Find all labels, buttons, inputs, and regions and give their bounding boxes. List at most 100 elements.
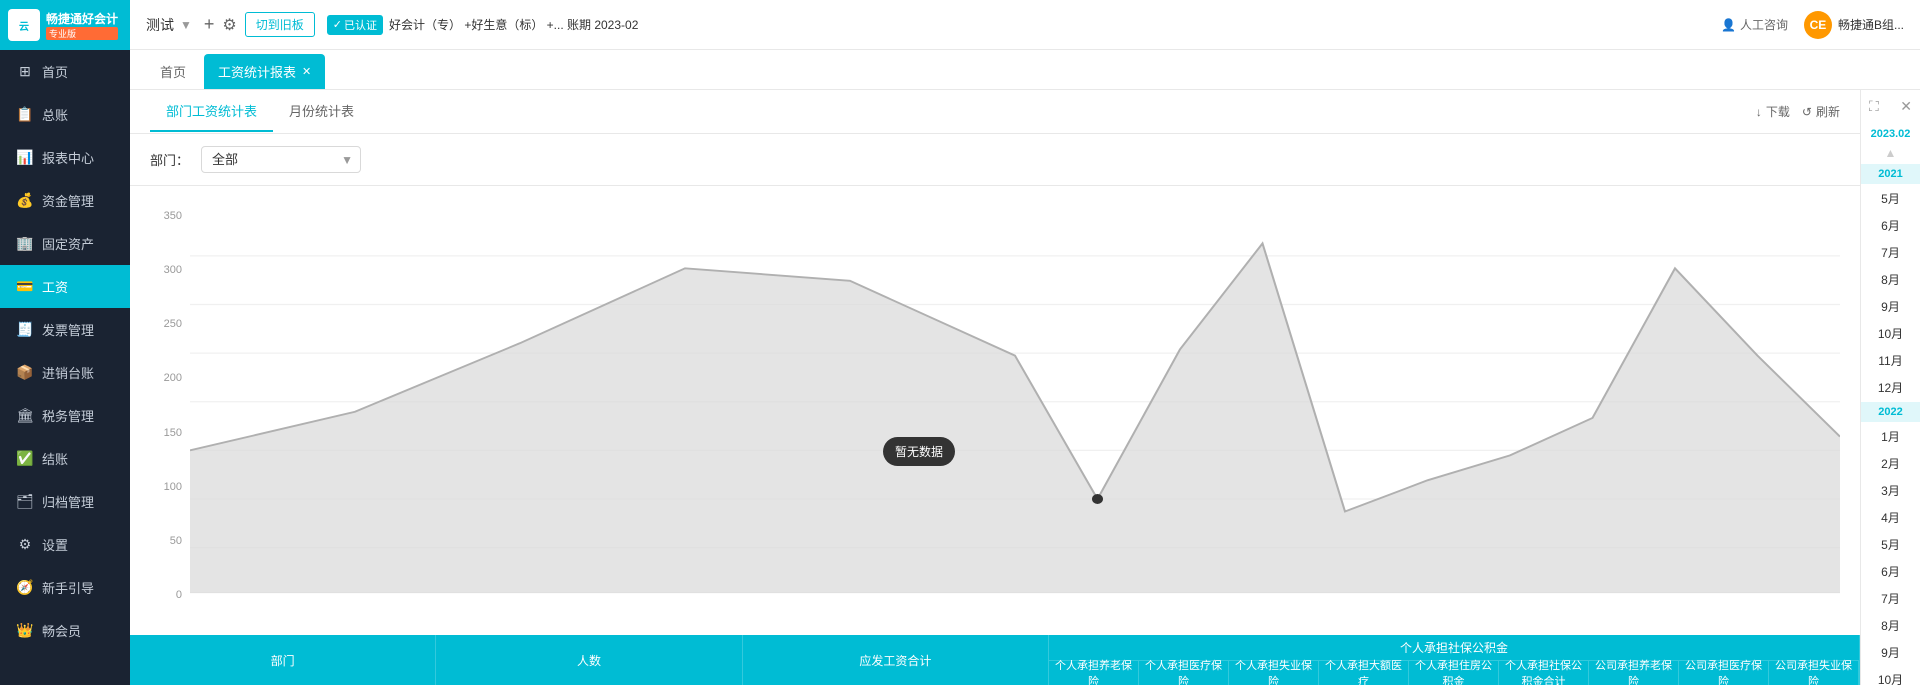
subtab-monthly[interactable]: 月份统计表 xyxy=(273,91,370,132)
sidebar-item-assets[interactable]: 🏢固定资产 xyxy=(0,222,130,265)
month-item-2022-2月[interactable]: 2月 xyxy=(1861,451,1920,476)
sidebar-item-sales[interactable]: 📦 进销台账 xyxy=(0,351,130,394)
month-item-2021-10月[interactable]: 10月 xyxy=(1861,321,1920,346)
tab-label-salary-report: 工资统计报表 xyxy=(218,62,296,81)
sidebar-item-tax[interactable]: 🏛税务管理 xyxy=(0,394,130,437)
sidebar-item-archive[interactable]: 🗂 归档管理 xyxy=(0,480,130,523)
sidebar-label-settle: 结账 xyxy=(42,449,68,468)
month-item-2021-9月[interactable]: 9月 xyxy=(1861,294,1920,319)
col-header-部门: 部门 xyxy=(130,635,436,685)
month-item-2022-1月[interactable]: 1月 xyxy=(1861,424,1920,449)
month-item-2022-6月[interactable]: 6月 xyxy=(1861,559,1920,584)
sub-col-header: 个人承担失业保险 xyxy=(1229,661,1319,685)
settings-icon: ⚙ xyxy=(16,536,34,553)
sidebar-label-guide: 新手引导 xyxy=(42,578,94,597)
switch-view-button[interactable]: 切到旧板 xyxy=(245,12,315,37)
refresh-icon: ↺ xyxy=(1802,105,1812,119)
content-wrapper: 部门工资统计表月份统计表 ↓下载↺刷新 部门： 全部部门A部门B ▼ 05010… xyxy=(130,90,1920,685)
download-label: 下载 xyxy=(1766,103,1790,120)
tab-home[interactable]: 首页 xyxy=(146,54,200,89)
sidebar-item-vip[interactable]: 👑畅会员 xyxy=(0,609,130,652)
help-button[interactable]: 👤 人工咨询 xyxy=(1721,16,1788,33)
month-item-2021-5月[interactable]: 5月 xyxy=(1861,186,1920,211)
col-header-人数: 人数 xyxy=(436,635,742,685)
company-chevron-icon: ▼ xyxy=(180,18,192,32)
user-menu[interactable]: CE 畅捷通B组... xyxy=(1804,11,1904,39)
month-item-2022-3月[interactable]: 3月 xyxy=(1861,478,1920,503)
sidebar-label-home: 首页 xyxy=(42,62,68,81)
home-icon: ⊞ xyxy=(16,63,34,80)
topbar-status: ✓ 已认证 好会计（专） +好生意（标） +... 账期 2023-02 xyxy=(327,15,639,35)
expand-panel-icon[interactable]: ⛶ xyxy=(1869,98,1879,115)
sidebar-logo: 云 畅捷通好会计 专业版 xyxy=(0,0,130,50)
sub-col-header: 公司承担失业保险 xyxy=(1769,661,1859,685)
refresh-label: 刷新 xyxy=(1816,103,1840,120)
dept-select[interactable]: 全部部门A部门B xyxy=(201,146,361,173)
panel-nav-up[interactable]: ▲ xyxy=(1883,144,1899,162)
chart-container: 050100150200250300350 xyxy=(150,206,1840,635)
sidebar-label-ledger: 总账 xyxy=(42,105,68,124)
subtab-bar: 部门工资统计表月份统计表 ↓ 下载 ↺ 刷新 xyxy=(130,90,1860,134)
topbar-actions: + ⚙ 切到旧板 xyxy=(204,12,315,37)
month-item-2021-6月[interactable]: 6月 xyxy=(1861,213,1920,238)
download-button[interactable]: ↓ 下载 xyxy=(1756,103,1790,120)
archive-icon: 🗂 xyxy=(16,493,34,510)
month-item-2022-4月[interactable]: 4月 xyxy=(1861,505,1920,530)
month-item-2022-8月[interactable]: 8月 xyxy=(1861,613,1920,638)
sidebar-item-salary[interactable]: 💳工资 xyxy=(0,265,130,308)
sales-icon: 📦 xyxy=(16,364,34,381)
company-name[interactable]: 测试 ▼ xyxy=(146,15,192,35)
add-button[interactable]: + xyxy=(204,14,215,35)
month-item-2022-5月[interactable]: 5月 xyxy=(1861,532,1920,557)
y-axis-label: 200 xyxy=(150,372,190,384)
month-item-2022-7月[interactable]: 7月 xyxy=(1861,586,1920,611)
panel-date: 2023.02 xyxy=(1871,128,1911,140)
filter-bar: 部门： 全部部门A部门B ▼ xyxy=(130,134,1860,186)
settings-icon[interactable]: ⚙ xyxy=(222,15,236,35)
sidebar-item-guide[interactable]: 🧭新手引导 xyxy=(0,566,130,609)
sidebar-item-settle[interactable]: ✅结账 xyxy=(0,437,130,480)
month-item-2021-12月[interactable]: 12月 xyxy=(1861,375,1920,400)
month-item-2021-11月[interactable]: 11月 xyxy=(1861,348,1920,373)
tax-icon: 🏛 xyxy=(16,407,34,424)
subtab-dept[interactable]: 部门工资统计表 xyxy=(150,91,273,132)
y-axis-label: 350 xyxy=(150,210,190,222)
col-header-应发工资合计: 应发工资合计 xyxy=(743,635,1049,685)
download-icon: ↓ xyxy=(1756,105,1762,119)
sidebar-item-home[interactable]: ⊞ 首页 xyxy=(0,50,130,93)
tab-close-salary-report[interactable]: ✕ xyxy=(302,65,311,78)
col-group-header: 个人承担社保公积金个人承担养老保险个人承担医疗保险个人承担失业保险个人承担大额医… xyxy=(1049,635,1860,685)
sidebar-label-funds: 资金管理 xyxy=(42,191,94,210)
sidebar-item-funds[interactable]: 💰 资金管理 xyxy=(0,179,130,222)
month-item-2021-8月[interactable]: 8月 xyxy=(1861,267,1920,292)
right-panel: ✕ ⛶ 2023.02 ▲20215月6月7月8月9月10月11月12月2022… xyxy=(1860,90,1920,685)
month-item-2021-7月[interactable]: 7月 xyxy=(1861,240,1920,265)
close-panel-icon[interactable]: ✕ xyxy=(1900,98,1912,115)
tab-salary-report[interactable]: 工资统计报表 ✕ xyxy=(204,54,325,89)
sidebar-item-invoice[interactable]: 🧾发票管理 xyxy=(0,308,130,351)
help-icon: 👤 xyxy=(1721,18,1736,32)
topbar: 测试 ▼ + ⚙ 切到旧板 ✓ 已认证 好会计（专） +好生意（标） +... … xyxy=(130,0,1920,50)
sidebar-label-archive: 归档管理 xyxy=(42,492,94,511)
subtabs: 部门工资统计表月份统计表 xyxy=(150,91,370,132)
subtab-actions: ↓ 下载 ↺ 刷新 xyxy=(1756,103,1840,120)
check-icon: ✓ xyxy=(333,18,342,31)
funds-icon: 💰 xyxy=(16,192,34,209)
sub-col-header: 个人承担养老保险 xyxy=(1049,661,1139,685)
sidebar-item-settings[interactable]: ⚙设置 xyxy=(0,523,130,566)
logo-text: 畅捷通好会计 专业版 xyxy=(46,10,118,40)
dept-filter-label: 部门： xyxy=(150,150,189,169)
sub-col-header: 个人承担住房公积金 xyxy=(1409,661,1499,685)
sidebar-item-reports[interactable]: 📊报表中心 xyxy=(0,136,130,179)
sidebar-label-invoice: 发票管理 xyxy=(42,320,94,339)
chart-svg xyxy=(190,206,1840,605)
month-item-2022-9月[interactable]: 9月 xyxy=(1861,640,1920,665)
tab-bar: 首页工资统计报表 ✕ xyxy=(130,50,1920,90)
refresh-button[interactable]: ↺ 刷新 xyxy=(1802,103,1840,120)
month-item-2022-10月[interactable]: 10月 xyxy=(1861,667,1920,685)
chart-y-axis: 050100150200250300350 xyxy=(150,206,190,605)
y-axis-label: 250 xyxy=(150,318,190,330)
topbar-right: 👤 人工咨询 CE 畅捷通B组... xyxy=(1721,11,1904,39)
sidebar-label-sales: 进销台账 xyxy=(42,363,94,382)
sidebar-item-ledger[interactable]: 📋总账 xyxy=(0,93,130,136)
